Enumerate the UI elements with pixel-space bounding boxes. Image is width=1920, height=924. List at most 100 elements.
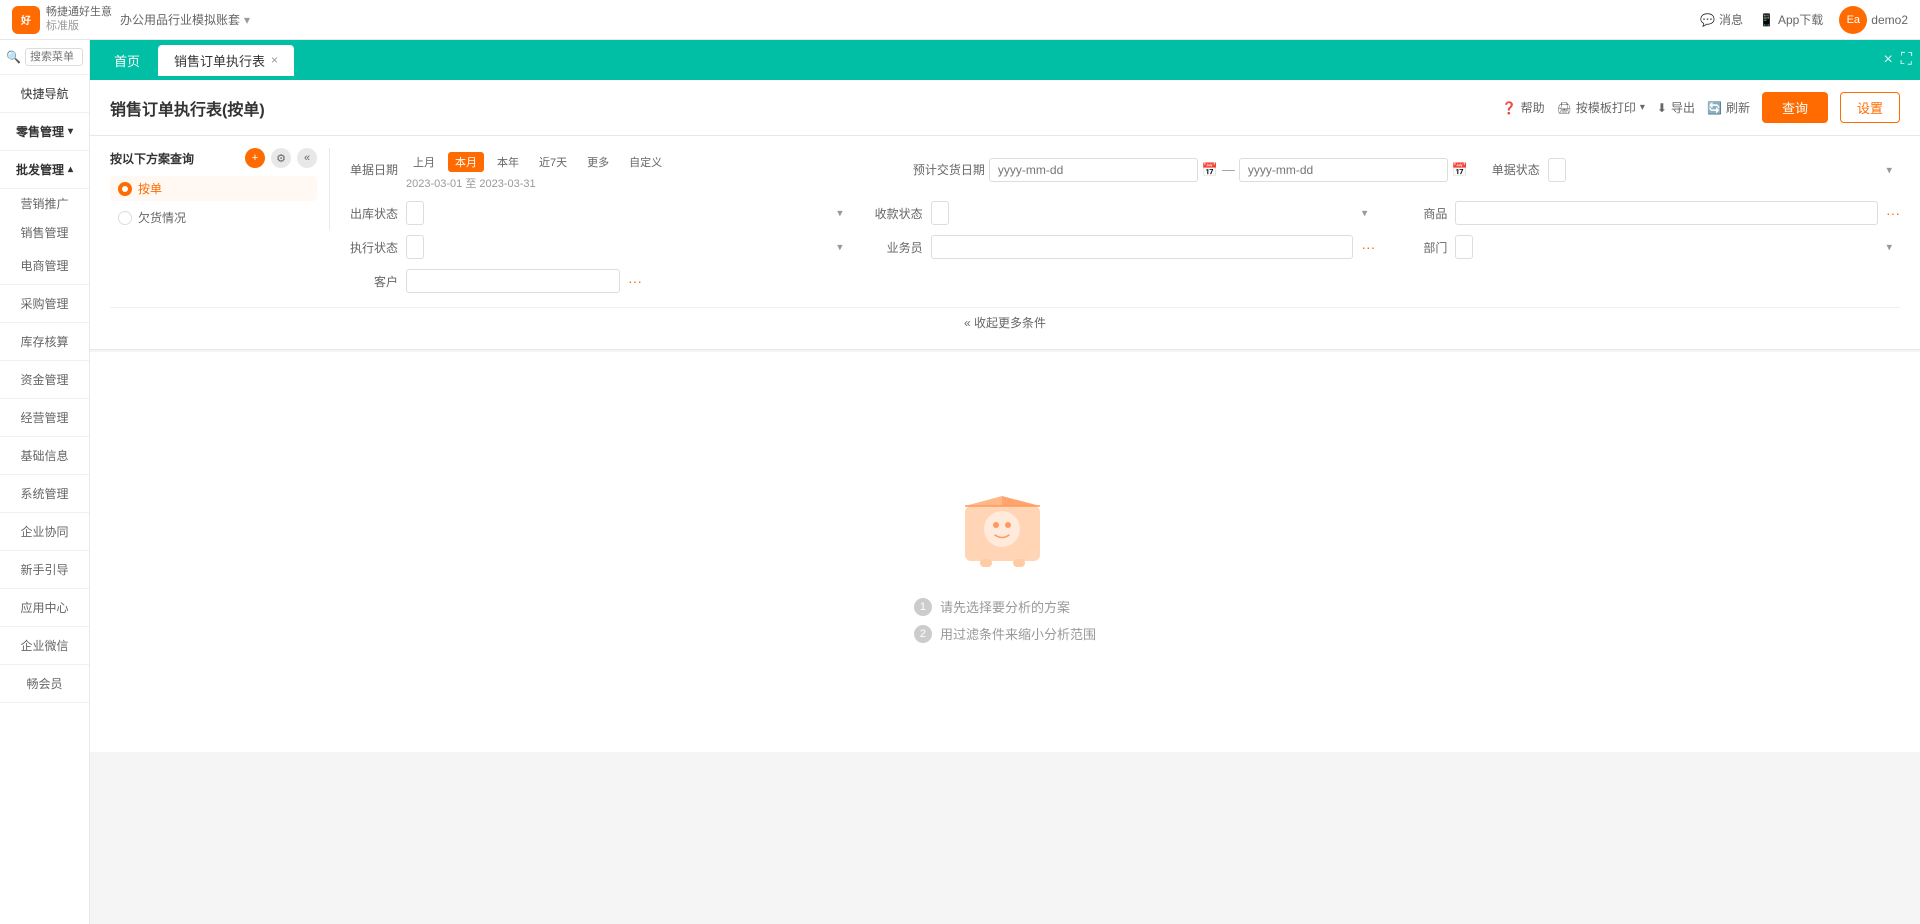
expected-date-start-input[interactable] [989,158,1198,182]
refresh-icon: 🔄 [1707,101,1722,115]
tab-expand-button[interactable]: ⛶ [1901,51,1912,69]
department-select[interactable] [1455,235,1473,259]
avatar: Ea [1839,6,1867,34]
sidebar-item-wechat[interactable]: 企业微信 [0,627,89,665]
query-button[interactable]: 查询 [1762,92,1828,123]
solution-collapse-button[interactable]: « [297,148,317,168]
date-btn-last-month[interactable]: 上月 [406,152,442,172]
date-btn-this-year[interactable]: 本年 [490,152,526,172]
empty-illustration [945,461,1065,581]
sidebar-item-quick-nav[interactable]: 快捷导航 [0,75,89,113]
date-btn-this-month[interactable]: 本月 [448,152,484,172]
sidebar-item-wholesale[interactable]: 批发管理 ▴ [0,151,89,189]
sidebar-item-marketing[interactable]: 营销推广 [0,189,89,218]
date-btn-custom[interactable]: 自定义 [622,152,669,172]
status-label: 单据状态 [1484,161,1540,178]
delivery-status-select[interactable] [406,201,424,225]
execution-status-select[interactable] [406,235,424,259]
salesman-input[interactable] [931,235,1354,259]
logo-icon: 好 [12,6,40,34]
goods-input[interactable] [1455,201,1878,225]
delivery-status-label: 出库状态 [342,205,398,222]
calendar-start-icon[interactable]: 📅 [1202,162,1218,178]
sidebar-item-guide[interactable]: 新手引导 [0,551,89,589]
sidebar-item-system[interactable]: 系统管理 [0,475,89,513]
filter-top: 按以下方案查询 + ⚙ « [110,148,1900,303]
page-content: 销售订单执行表(按单) ❓ 帮助 🖨 按模板打印 ▾ ⬇ 导出 [90,80,1920,924]
export-button[interactable]: ⬇ 导出 [1657,99,1695,116]
solution-header: 按以下方案查询 + ⚙ « [110,148,317,168]
page-title: 销售订单执行表(按单) [110,96,265,120]
message-button[interactable]: 💬 消息 [1700,11,1743,28]
sidebar-item-members[interactable]: 畅会员 [0,665,89,703]
tab-sales-order[interactable]: 销售订单执行表 × [158,45,294,76]
solution-item-by-order[interactable]: 按单 [110,176,317,201]
filter-group-customer: 客户 ··· [342,269,642,293]
payment-status-select[interactable] [931,201,949,225]
tab-close-icon[interactable]: × [271,53,278,67]
refresh-button[interactable]: 🔄 刷新 [1707,99,1750,116]
expected-date-label: 预计交货日期 [913,161,985,178]
solution-panel: 按以下方案查询 + ⚙ « [110,148,330,230]
print-button[interactable]: 🖨 按模板打印 ▾ [1557,99,1645,116]
tab-home[interactable]: 首页 [98,45,156,76]
filter-group-goods: 商品 ··· [1391,201,1900,225]
customer-more-icon[interactable]: ··· [628,273,642,289]
sidebar-item-app-center[interactable]: 应用中心 [0,589,89,627]
customer-input[interactable] [406,269,620,293]
tab-close-window-button[interactable]: × [1883,51,1892,69]
filter-group-expected-date: 预计交货日期 📅 — 📅 [913,158,1468,182]
logo-text: 畅捷通好生意 标准版 [46,6,112,32]
sidebar-item-basic-info[interactable]: 基础信息 [0,437,89,475]
collapse-bar[interactable]: « 收起更多条件 [110,307,1900,337]
solution-settings-button[interactable]: ⚙ [271,148,291,168]
date-separator: — [1222,162,1235,177]
date-btn-more[interactable]: 更多 [580,152,616,172]
sidebar-item-operations[interactable]: 经营管理 [0,399,89,437]
date-btn-7days[interactable]: 近7天 [532,152,574,172]
filter-group-department: 部门 [1391,235,1900,259]
payment-status-select-wrap [931,201,1376,225]
solution-add-button[interactable]: + [245,148,265,168]
solution-item-active-dot [118,182,132,196]
sidebar-item-finance[interactable]: 资金管理 [0,361,89,399]
settings-button[interactable]: 设置 [1840,92,1900,123]
status-select-wrap [1548,158,1900,182]
empty-state: 1 请先选择要分析的方案 2 用过滤条件来缩小分析范围 [90,352,1920,752]
solution-items: 按单 欠货情况 [110,176,317,230]
goods-more-icon[interactable]: ··· [1886,205,1900,221]
goods-label: 商品 [1391,205,1447,222]
sidebar-search-input[interactable] [25,48,83,66]
filter-area: 按以下方案查询 + ⚙ « [90,136,1920,350]
filter-rows: 单据日期 上月 本月 本年 近7天 更多 自定义 [342,148,1900,303]
calendar-end-icon[interactable]: 📅 [1452,162,1468,178]
export-icon: ⬇ [1657,101,1667,115]
status-select[interactable] [1548,158,1566,182]
sidebar-item-sales[interactable]: 销售管理 [0,218,89,247]
date-label: 单据日期 [342,161,398,178]
solution-item-shortage[interactable]: 欠货情况 [110,205,317,230]
sidebar-item-purchase[interactable]: 采购管理 [0,285,89,323]
sidebar-item-retail[interactable]: 零售管理 ▾ [0,113,89,151]
industry-selector[interactable]: 办公用品行业模拟账套 ▾ [120,11,250,28]
filter-group-delivery: 出库状态 [342,201,851,225]
logo-area: 好 畅捷通好生意 标准版 [12,6,112,34]
sidebar-item-inventory[interactable]: 库存核算 [0,323,89,361]
help-button[interactable]: ❓ 帮助 [1502,99,1545,116]
sidebar-item-collab[interactable]: 企业协同 [0,513,89,551]
top-bar-left: 好 畅捷通好生意 标准版 办公用品行业模拟账套 ▾ [12,6,250,34]
download-icon: 📱 [1759,13,1774,27]
user-avatar-area[interactable]: Ea demo2 [1839,6,1908,34]
sidebar-item-ecommerce[interactable]: 电商管理 [0,247,89,285]
help-icon: ❓ [1502,101,1517,115]
filter-group-execution: 执行状态 [342,235,851,259]
filter-group-salesman: 业务员 ··· [867,235,1376,259]
date-range-text: 2023-03-01 至 2023-03-31 [406,175,897,191]
empty-hint-1: 1 请先选择要分析的方案 [914,597,1096,616]
app-download-button[interactable]: 📱 App下载 [1759,11,1823,28]
filter-group-date: 单据日期 上月 本月 本年 近7天 更多 自定义 [342,148,897,191]
execution-status-label: 执行状态 [342,239,398,256]
salesman-more-icon[interactable]: ··· [1361,239,1375,255]
expected-date-end-input[interactable] [1239,158,1448,182]
salesman-label: 业务员 [867,239,923,256]
